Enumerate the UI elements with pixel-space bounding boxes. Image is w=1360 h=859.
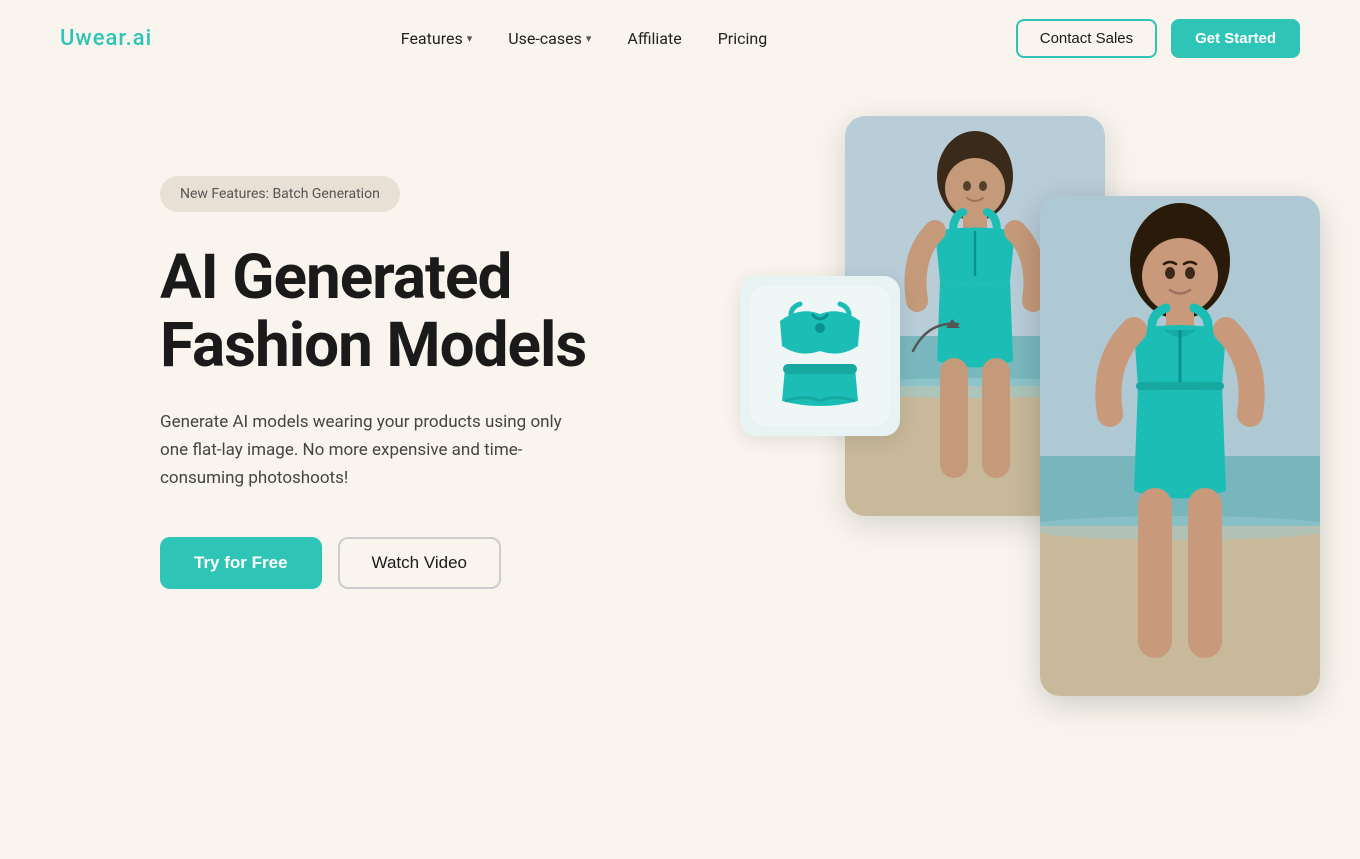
hero-cta-buttons: Try for Free Watch Video [160,537,586,589]
navbar: Uwear.ai Features ▾ Use-cases ▾ Affiliat… [0,0,1360,76]
nav-links: Features ▾ Use-cases ▾ Affiliate Pricing [401,29,767,48]
product-flatlay-image [740,276,900,436]
hero-title: AI Generated Fashion Models [160,244,586,380]
nav-features[interactable]: Features ▾ [401,29,472,48]
hero-description: Generate AI models wearing your products… [160,408,580,492]
feature-badge: New Features: Batch Generation [160,176,400,212]
model-photo-right [1040,196,1320,696]
arrow-icon [908,316,968,356]
nav-affiliate[interactable]: Affiliate [627,29,681,48]
contact-sales-button[interactable]: Contact Sales [1016,19,1157,58]
chevron-down-icon: ▾ [586,32,592,45]
hero-image-composition [740,116,1320,796]
chevron-down-icon: ▾ [467,32,473,45]
watch-video-button[interactable]: Watch Video [338,537,501,589]
logo[interactable]: Uwear.ai [60,26,152,51]
nav-pricing[interactable]: Pricing [718,29,768,48]
try-free-button[interactable]: Try for Free [160,537,322,589]
nav-actions: Contact Sales Get Started [1016,19,1300,58]
hero-content: New Features: Batch Generation AI Genera… [160,136,586,589]
nav-use-cases[interactable]: Use-cases ▾ [508,29,591,48]
hero-section: New Features: Batch Generation AI Genera… [0,76,1360,776]
get-started-button[interactable]: Get Started [1171,19,1300,58]
